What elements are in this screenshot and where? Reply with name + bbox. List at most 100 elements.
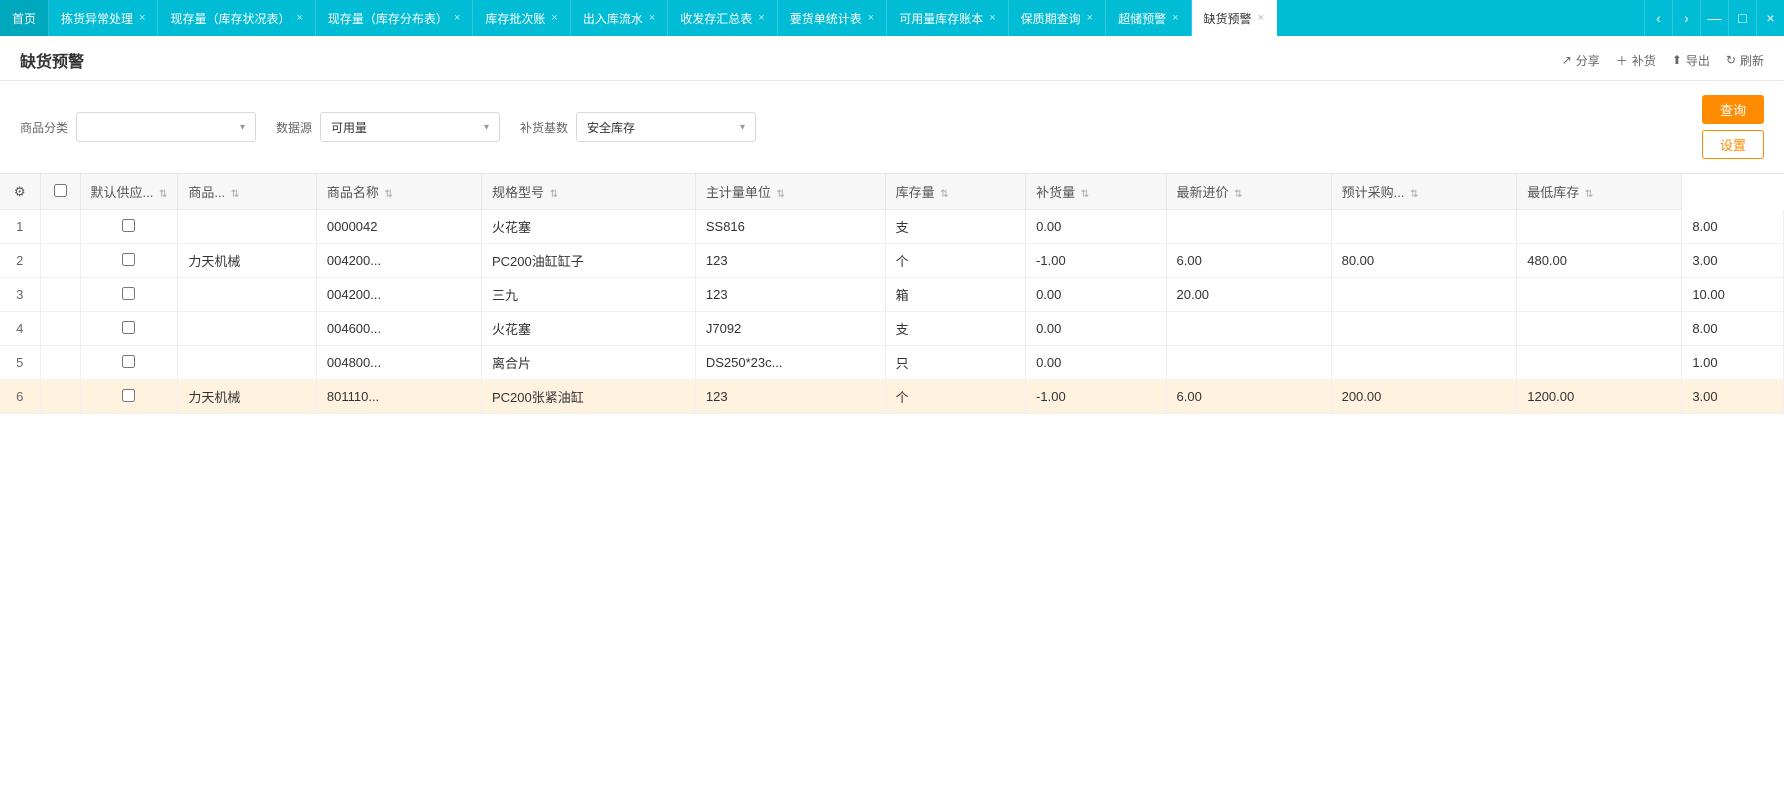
tab-demand-stats[interactable]: 要货单统计表 × xyxy=(778,0,887,36)
table-row: 3 004200... 三九 123 箱 0.00 20.00 10.00 xyxy=(0,278,1784,312)
settings-button[interactable]: 设置 xyxy=(1702,130,1764,159)
row-latest-price-4 xyxy=(1331,346,1517,380)
col-min-stock-header[interactable]: 最低库存 ⇅ xyxy=(1517,174,1682,210)
filter-action-buttons: 查询 设置 xyxy=(1702,95,1764,159)
tab-shortage-warning[interactable]: 缺货预警 × xyxy=(1192,0,1277,36)
table-header-row: ⚙ 默认供应... ⇅ 商品... ⇅ 商品名称 ⇅ xyxy=(0,174,1784,210)
replenish-button[interactable]: ＋ 补货 xyxy=(1616,52,1656,69)
col-replenish-header[interactable]: 补货量 ⇅ xyxy=(1026,174,1166,210)
row-select-2[interactable] xyxy=(122,287,135,300)
sort-min-stock-icon: ⇅ xyxy=(1585,189,1593,200)
share-button[interactable]: ↗ 分享 xyxy=(1562,52,1600,69)
row-product-name-1: PC200油缸缸子 xyxy=(481,244,695,278)
close-tab-5[interactable]: × xyxy=(649,12,655,24)
tab-available-ledger[interactable]: 可用量库存账本 × xyxy=(887,0,1008,36)
replenish-base-select[interactable]: 安全库存 ▾ xyxy=(576,112,756,142)
datasource-label: 数据源 xyxy=(276,119,312,136)
close-tab-1[interactable]: × xyxy=(139,12,145,24)
row-unit-5: 个 xyxy=(885,380,1025,414)
row-checkbox-1[interactable] xyxy=(80,244,178,278)
refresh-button[interactable]: ↻ 刷新 xyxy=(1726,52,1764,69)
col-supplier-header[interactable]: 默认供应... ⇅ xyxy=(80,174,178,210)
col-product-name-header[interactable]: 商品名称 ⇅ xyxy=(316,174,481,210)
tab-scroll-left[interactable]: ‹ xyxy=(1644,0,1672,36)
tab-receipt-summary[interactable]: 收发存汇总表 × xyxy=(668,0,777,36)
col-checkbox-header xyxy=(40,174,80,210)
row-spec-4: DS250*23c... xyxy=(695,346,885,380)
row-select-4[interactable] xyxy=(122,355,135,368)
sort-unit-icon: ⇅ xyxy=(777,189,785,200)
close-tab-3[interactable]: × xyxy=(454,12,460,24)
replenish-base-label: 补货基数 xyxy=(520,119,568,136)
export-button[interactable]: ⬆ 导出 xyxy=(1672,52,1710,69)
sort-est-purchase-icon: ⇅ xyxy=(1410,189,1418,200)
row-min-stock-3: 8.00 xyxy=(1682,312,1784,346)
row-select-1[interactable] xyxy=(122,253,135,266)
row-est-purchase-0 xyxy=(1517,210,1682,244)
close-tab-6[interactable]: × xyxy=(758,12,764,24)
row-product-name-4: 离合片 xyxy=(481,346,695,380)
close-tab-2[interactable]: × xyxy=(296,12,302,24)
row-select-5[interactable] xyxy=(122,389,135,402)
close-tab-10[interactable]: × xyxy=(1172,12,1178,24)
row-checkbox-0[interactable] xyxy=(80,210,178,244)
row-min-stock-4: 1.00 xyxy=(1682,346,1784,380)
tab-home[interactable]: 首页 xyxy=(0,0,49,36)
tab-inout-flow[interactable]: 出入库流水 × xyxy=(571,0,668,36)
close-tab-11[interactable]: × xyxy=(1258,12,1264,24)
row-checkbox-4[interactable] xyxy=(80,346,178,380)
col-unit-header[interactable]: 主计量单位 ⇅ xyxy=(695,174,885,210)
replenish-base-select-value: 安全库存 xyxy=(587,119,635,136)
close-tab-9[interactable]: × xyxy=(1087,12,1093,24)
row-select-3[interactable] xyxy=(122,321,135,334)
close-tab-8[interactable]: × xyxy=(989,12,995,24)
window-maximize[interactable]: □ xyxy=(1728,0,1756,36)
row-settings-4 xyxy=(40,346,80,380)
row-checkbox-5[interactable] xyxy=(80,380,178,414)
gear-icon[interactable]: ⚙ xyxy=(14,184,26,199)
row-settings-0 xyxy=(40,210,80,244)
row-stock-4: 0.00 xyxy=(1026,346,1166,380)
row-checkbox-2[interactable] xyxy=(80,278,178,312)
row-index-5: 6 xyxy=(0,380,40,414)
table-container: ⚙ 默认供应... ⇅ 商品... ⇅ 商品名称 ⇅ xyxy=(0,174,1784,414)
window-close[interactable]: × xyxy=(1756,0,1784,36)
tab-batch-account[interactable]: 库存批次账 × xyxy=(473,0,570,36)
col-est-purchase-header[interactable]: 预计采购... ⇅ xyxy=(1331,174,1517,210)
tab-stock-status[interactable]: 现存量（库存状况表） × xyxy=(158,0,315,36)
query-button[interactable]: 查询 xyxy=(1702,95,1764,124)
row-min-stock-5: 3.00 xyxy=(1682,380,1784,414)
col-spec-header[interactable]: 规格型号 ⇅ xyxy=(481,174,695,210)
row-settings-1 xyxy=(40,244,80,278)
row-product-code-0: 0000042 xyxy=(316,210,481,244)
col-stock-header[interactable]: 库存量 ⇅ xyxy=(885,174,1025,210)
sort-stock-icon: ⇅ xyxy=(940,189,948,200)
close-tab-4[interactable]: × xyxy=(551,12,557,24)
row-select-0[interactable] xyxy=(122,219,135,232)
tab-overstock-warning[interactable]: 超储预警 × xyxy=(1106,0,1191,36)
category-chevron-down-icon: ▾ xyxy=(240,122,245,133)
col-product-code-header[interactable]: 商品... ⇅ xyxy=(178,174,317,210)
select-all-checkbox[interactable] xyxy=(54,184,67,197)
window-minimize[interactable]: — xyxy=(1700,0,1728,36)
col-latest-price-header[interactable]: 最新进价 ⇅ xyxy=(1166,174,1331,210)
row-latest-price-0 xyxy=(1331,210,1517,244)
row-replenish-4 xyxy=(1166,346,1331,380)
tab-picking-exception[interactable]: 拣货异常处理 × xyxy=(49,0,158,36)
tab-stock-distribution[interactable]: 现存量（库存分布表） × xyxy=(316,0,473,36)
row-checkbox-3[interactable] xyxy=(80,312,178,346)
category-filter-group: 商品分类 ▾ xyxy=(20,112,256,142)
sort-latest-price-icon: ⇅ xyxy=(1234,189,1242,200)
close-tab-7[interactable]: × xyxy=(868,12,874,24)
data-table: ⚙ 默认供应... ⇅ 商品... ⇅ 商品名称 ⇅ xyxy=(0,174,1784,414)
category-select[interactable]: ▾ xyxy=(76,112,256,142)
datasource-select[interactable]: 可用量 ▾ xyxy=(320,112,500,142)
row-unit-0: 支 xyxy=(885,210,1025,244)
row-latest-price-2 xyxy=(1331,278,1517,312)
row-min-stock-2: 10.00 xyxy=(1682,278,1784,312)
header-actions: ↗ 分享 ＋ 补货 ⬆ 导出 ↻ 刷新 xyxy=(1562,52,1764,69)
tab-expiry-query[interactable]: 保质期查询 × xyxy=(1009,0,1106,36)
tab-scroll-right[interactable]: › xyxy=(1672,0,1700,36)
row-spec-3: J7092 xyxy=(695,312,885,346)
sort-spec-icon: ⇅ xyxy=(550,189,558,200)
